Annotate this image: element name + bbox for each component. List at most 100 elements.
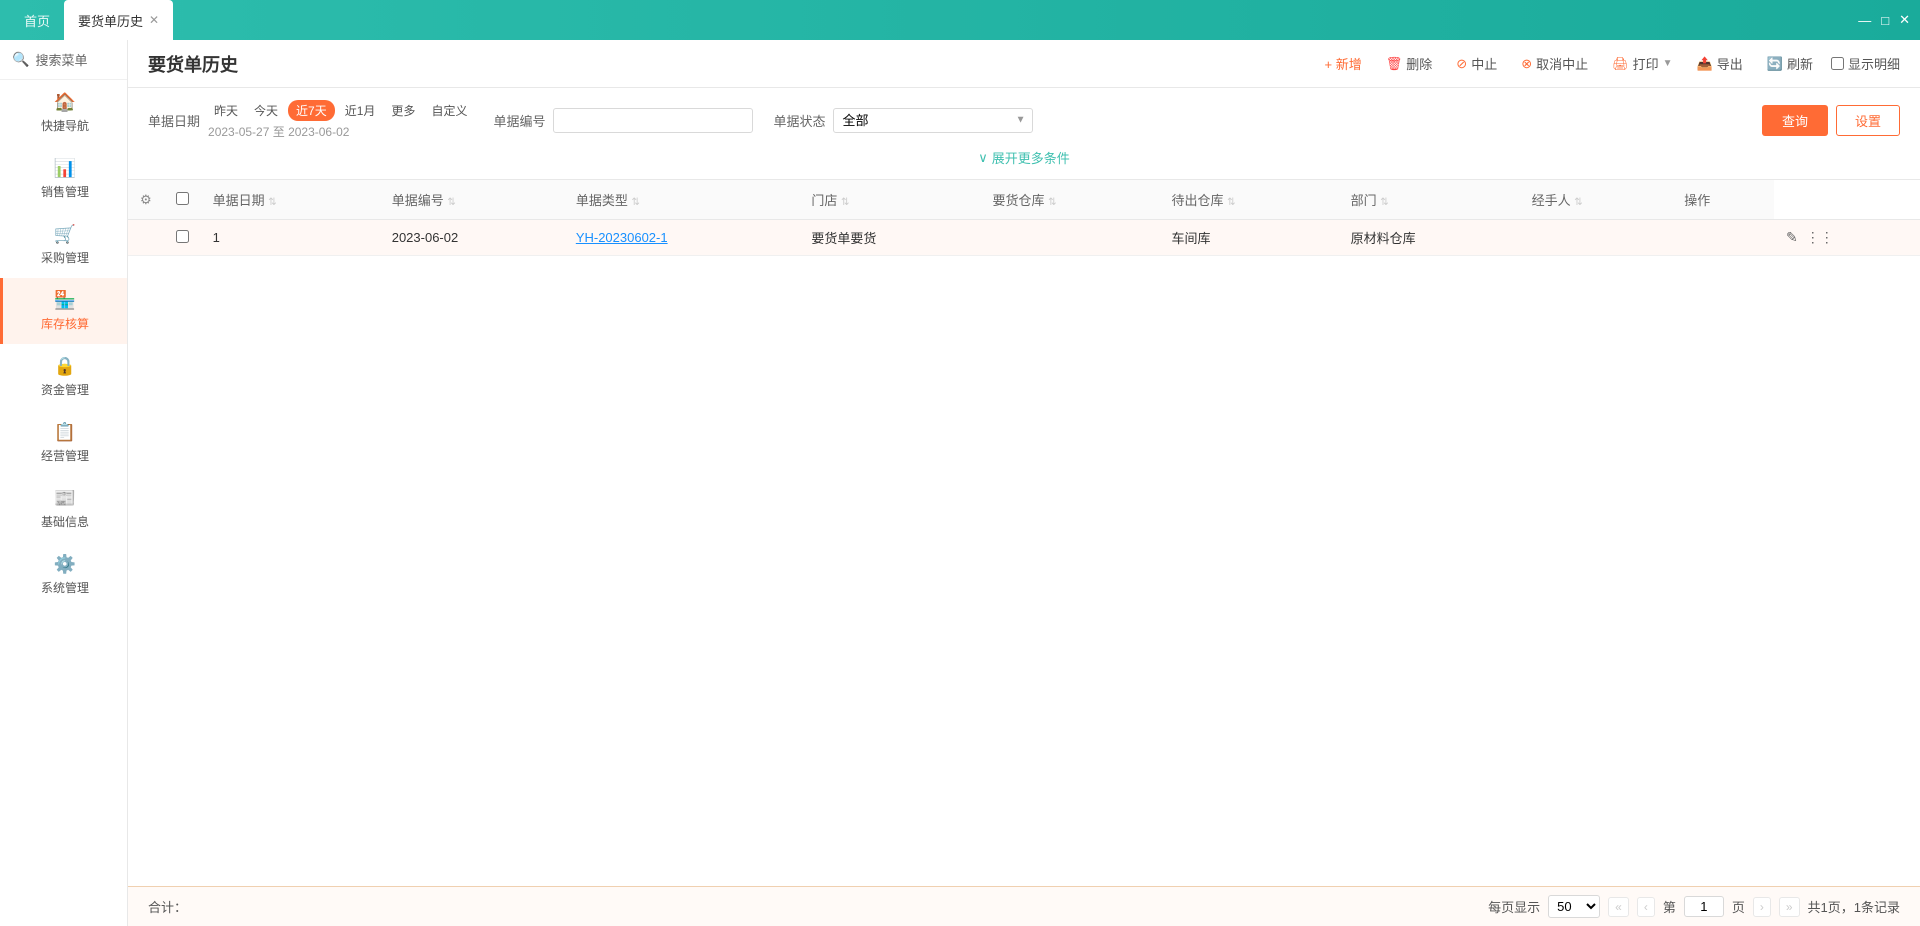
export-icon: 📤 xyxy=(1697,56,1713,72)
col-store: 门店 ⇅ xyxy=(799,180,980,220)
window-maximize-btn[interactable]: □ xyxy=(1881,13,1889,28)
search-menu-label: 搜索菜单 xyxy=(35,50,87,69)
export-label: 导出 xyxy=(1717,54,1743,73)
display-detail-checkbox[interactable] xyxy=(1831,57,1844,70)
select-all-checkbox[interactable] xyxy=(176,192,189,205)
sort-pending-warehouse-icon[interactable]: ⇅ xyxy=(1227,197,1235,208)
row-pending-warehouse-cell: 原材料仓库 xyxy=(1339,220,1520,256)
col-handler: 经手人 ⇅ xyxy=(1520,180,1673,220)
cancel-suspend-button[interactable]: ⊗ 取消中止 xyxy=(1515,50,1594,77)
status-select-wrapper: 全部 待审核 已审核 已中止 xyxy=(833,108,1033,133)
expand-more-btn[interactable]: ∨ 展开更多条件 xyxy=(148,148,1900,167)
sidebar-item-basics[interactable]: 📰 基础信息 xyxy=(0,476,127,542)
row-edit-icon[interactable]: ✎ xyxy=(1786,229,1798,246)
sidebar-item-sales[interactable]: 📊 销售管理 xyxy=(0,146,127,212)
date-more[interactable]: 更多 xyxy=(385,100,421,121)
status-label: 单据状态 xyxy=(773,111,825,130)
content-area: 要货单历史 + 新增 🗑 删除 ⊘ 中止 ⊗ 取消中止 🖨 xyxy=(128,40,1920,926)
sidebar-item-finance[interactable]: 🔒 资金管理 xyxy=(0,344,127,410)
print-button[interactable]: 🖨 打印 ▼ xyxy=(1606,50,1678,77)
new-button[interactable]: + 新增 xyxy=(1319,50,1368,77)
finance-icon: 🔒 xyxy=(54,356,76,377)
suspend-button[interactable]: ⊘ 中止 xyxy=(1450,50,1503,77)
filter-area: 单据日期 昨天 今天 近7天 近1月 更多 自定义 2023-05-27 至 2… xyxy=(128,88,1920,180)
tab-close-icon[interactable]: ✕ xyxy=(149,13,159,27)
filter-action-buttons: 查询 设置 xyxy=(1762,105,1900,136)
sidebar-item-inventory[interactable]: 🏪 库存核算 xyxy=(0,278,127,344)
col-settings[interactable]: ⚙ xyxy=(128,180,164,220)
status-select[interactable]: 全部 待审核 已审核 已中止 xyxy=(833,108,1033,133)
sort-date-icon[interactable]: ⇅ xyxy=(268,197,276,208)
row-delete-icon[interactable]: ⋮⋮ xyxy=(1806,229,1834,246)
row-checkbox[interactable] xyxy=(176,230,189,243)
action-icons: ✎ ⋮⋮ xyxy=(1786,229,1908,246)
sidebar-item-operation[interactable]: 📋 经营管理 xyxy=(0,410,127,476)
toolbar: + 新增 🗑 删除 ⊘ 中止 ⊗ 取消中止 🖨 打印 ▼ xyxy=(1319,50,1900,77)
query-button[interactable]: 查询 xyxy=(1762,105,1828,136)
print-dropdown-icon[interactable]: ▼ xyxy=(1663,58,1673,69)
window-minimize-btn[interactable]: — xyxy=(1858,13,1871,28)
row-index-cell: 1 xyxy=(201,220,380,256)
prev-page-btn[interactable]: ‹ xyxy=(1637,897,1655,917)
row-no-cell[interactable]: YH-20230602-1 xyxy=(564,220,800,256)
row-type-cell: 要货单要货 xyxy=(799,220,980,256)
col-date-label: 单据日期 xyxy=(213,193,265,208)
next-page-btn[interactable]: › xyxy=(1753,897,1771,917)
row-settings-cell xyxy=(128,220,164,256)
sidebar-label-system: 系统管理 xyxy=(41,579,89,596)
status-filter-group: 单据状态 全部 待审核 已审核 已中止 xyxy=(773,108,1033,133)
date-custom[interactable]: 自定义 xyxy=(425,100,473,121)
date-7days[interactable]: 近7天 xyxy=(288,100,335,121)
filter-row: 单据日期 昨天 今天 近7天 近1月 更多 自定义 2023-05-27 至 2… xyxy=(148,100,1900,140)
row-date-cell: 2023-06-02 xyxy=(380,220,564,256)
table-row: 1 2023-06-02 YH-20230602-1 要货单要货 xyxy=(128,220,1920,256)
export-button[interactable]: 📤 导出 xyxy=(1691,50,1749,77)
tab-requisition-history[interactable]: 要货单历史 ✕ xyxy=(64,0,173,40)
last-page-btn[interactable]: » xyxy=(1779,897,1800,917)
refresh-icon: 🔄 xyxy=(1767,56,1783,72)
display-detail-toggle[interactable]: 显示明细 xyxy=(1831,54,1900,73)
delete-label: 删除 xyxy=(1406,54,1432,73)
table-header-row: ⚙ 单据日期 ⇅ 单据编号 ⇅ 单据类型 xyxy=(128,180,1920,220)
row-store-cell xyxy=(980,220,1159,256)
per-page-select[interactable]: 50 100 200 xyxy=(1548,895,1600,918)
sort-store-icon[interactable]: ⇅ xyxy=(841,197,849,208)
system-icon: ⚙️ xyxy=(54,554,76,575)
row-doc-no[interactable]: YH-20230602-1 xyxy=(576,230,668,245)
col-type: 单据类型 ⇅ xyxy=(564,180,800,220)
row-checkbox-cell xyxy=(164,220,201,256)
settings-button[interactable]: 设置 xyxy=(1836,105,1900,136)
search-menu[interactable]: 🔍 搜索菜单 xyxy=(0,40,127,80)
delete-button[interactable]: 🗑 删除 xyxy=(1380,50,1439,77)
sidebar-item-system[interactable]: ⚙️ 系统管理 xyxy=(0,542,127,608)
page-header: 要货单历史 + 新增 🗑 删除 ⊘ 中止 ⊗ 取消中止 🖨 xyxy=(128,40,1920,88)
date-yesterday[interactable]: 昨天 xyxy=(208,100,244,121)
sort-handler-icon[interactable]: ⇅ xyxy=(1574,197,1582,208)
row-date: 2023-06-02 xyxy=(392,230,459,245)
date-today[interactable]: 今天 xyxy=(248,100,284,121)
sales-icon: 📊 xyxy=(54,158,76,179)
row-department-cell xyxy=(1520,220,1673,256)
docno-input[interactable] xyxy=(553,108,753,133)
first-page-btn[interactable]: « xyxy=(1608,897,1629,917)
row-index: 1 xyxy=(213,230,220,245)
date-1month[interactable]: 近1月 xyxy=(339,100,382,121)
row-handler-cell xyxy=(1672,220,1774,256)
sidebar-label-quick-nav: 快捷导航 xyxy=(41,117,89,134)
sort-type-icon[interactable]: ⇅ xyxy=(631,197,639,208)
tab-home[interactable]: 首页 xyxy=(10,0,64,40)
sort-no-icon[interactable]: ⇅ xyxy=(447,197,455,208)
date-filter-label: 单据日期 xyxy=(148,111,200,130)
home-tab-label: 首页 xyxy=(24,11,50,30)
sidebar-label-operation: 经营管理 xyxy=(41,447,89,464)
window-close-btn[interactable]: ✕ xyxy=(1899,12,1910,28)
col-pending-warehouse-label: 待出仓库 xyxy=(1172,193,1224,208)
sort-req-warehouse-icon[interactable]: ⇅ xyxy=(1048,197,1056,208)
sort-department-icon[interactable]: ⇅ xyxy=(1380,197,1388,208)
sidebar-item-quick-nav[interactable]: 🏠 快捷导航 xyxy=(0,80,127,146)
date-filter-group: 单据日期 昨天 今天 近7天 近1月 更多 自定义 2023-05-27 至 2… xyxy=(148,100,473,140)
page-input[interactable] xyxy=(1684,896,1724,917)
page-text: 第 xyxy=(1663,897,1676,916)
refresh-button[interactable]: 🔄 刷新 xyxy=(1761,50,1819,77)
sidebar-item-purchase[interactable]: 🛒 采购管理 xyxy=(0,212,127,278)
